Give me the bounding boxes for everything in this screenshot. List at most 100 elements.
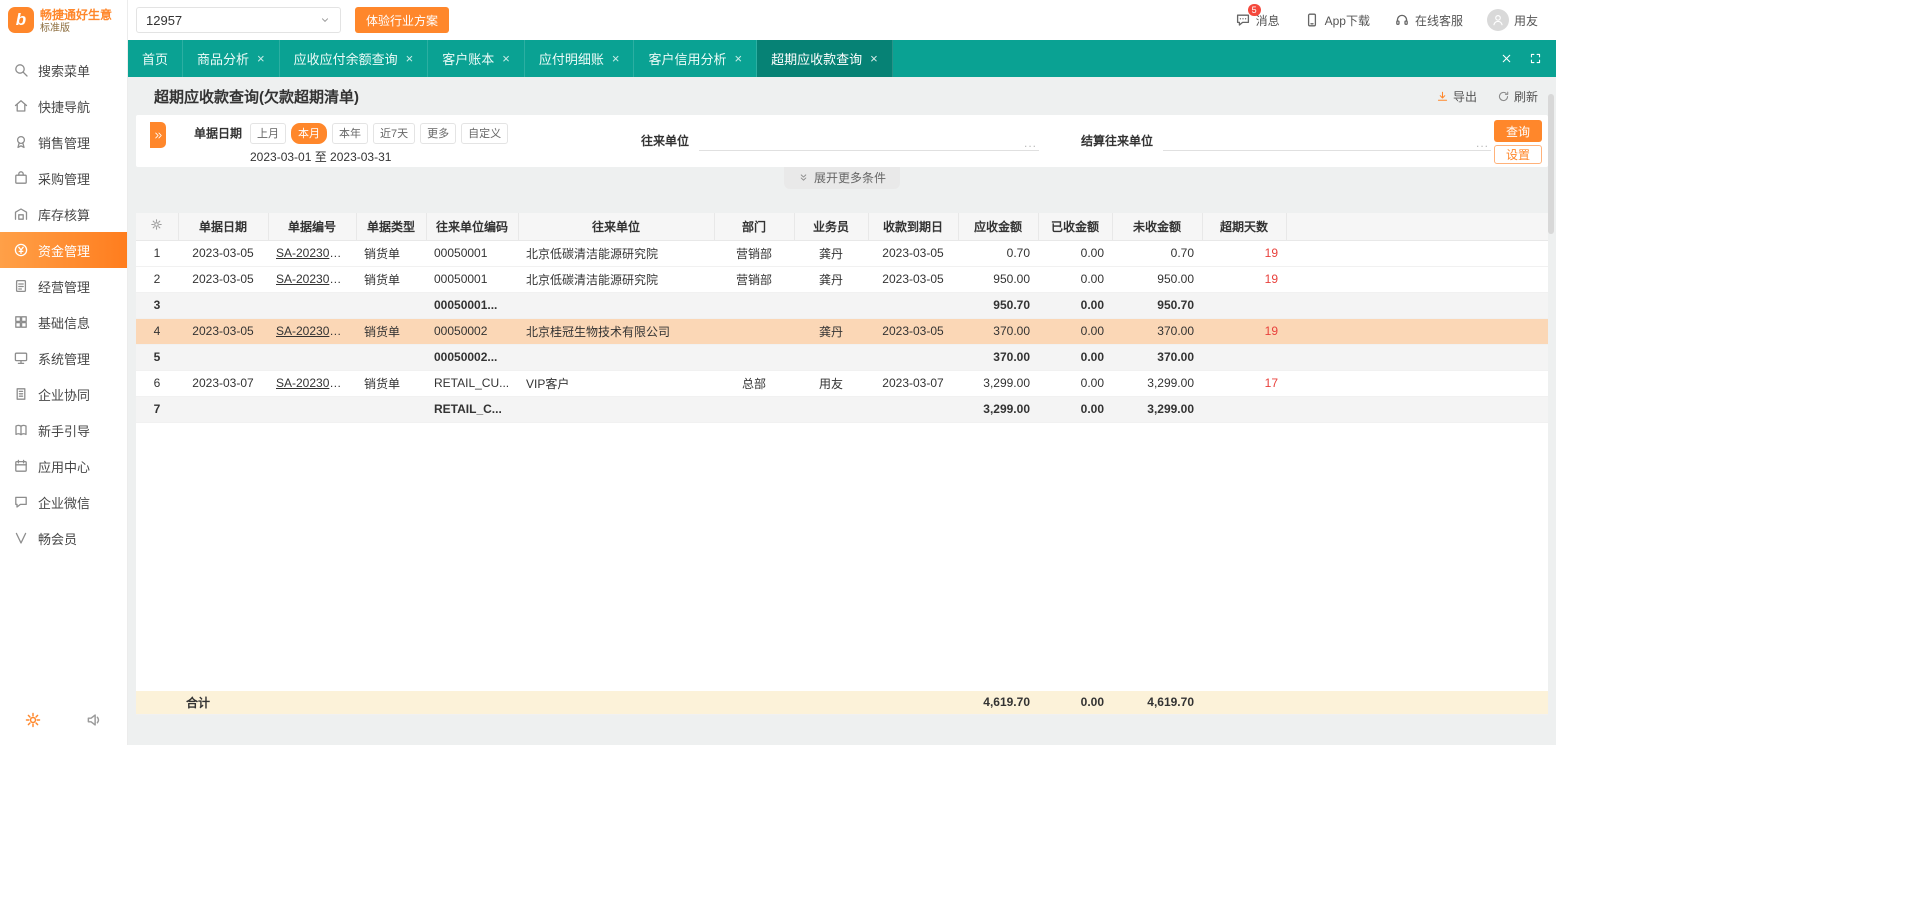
- cell-partner_code: 00050002...: [426, 344, 518, 370]
- double-chevron-down-icon: [798, 172, 809, 183]
- document-link[interactable]: SA-20230307-0...: [276, 376, 356, 390]
- column-header-4[interactable]: 往来单位: [518, 213, 714, 240]
- cell-date: 2023-03-05: [178, 318, 268, 344]
- table-row-2[interactable]: 22023-03-05SA-20230305-0...销货单00050001北京…: [136, 266, 1548, 292]
- settle-partner-more-icon[interactable]: ...: [1476, 136, 1491, 150]
- date-option-1[interactable]: 本月: [291, 123, 327, 144]
- collapse-filter-button[interactable]: [150, 122, 166, 148]
- sidebar-item-purchase[interactable]: 采购管理: [0, 160, 127, 196]
- date-option-0[interactable]: 上月: [250, 123, 286, 144]
- sidebar-item-collab[interactable]: 企业协同: [0, 376, 127, 412]
- export-button[interactable]: 导出: [1436, 88, 1477, 105]
- cell-partner_code: RETAIL_C...: [426, 396, 518, 422]
- tab-close-icon[interactable]: ×: [406, 52, 414, 65]
- tab-5[interactable]: 客户信用分析×: [634, 40, 757, 77]
- tab-0[interactable]: 首页: [128, 40, 183, 77]
- cell-salesman: 龚丹: [794, 266, 868, 292]
- export-label: 导出: [1453, 88, 1477, 105]
- sidebar-item-sales[interactable]: 销售管理: [0, 124, 127, 160]
- sidebar-item-quick-nav[interactable]: 快捷导航: [0, 88, 127, 124]
- vertical-scrollbar[interactable]: [1548, 80, 1554, 735]
- column-header-1[interactable]: 单据编号: [268, 213, 356, 240]
- settle-partner-input[interactable]: ...: [1163, 129, 1491, 151]
- sound-icon[interactable]: [85, 711, 103, 729]
- column-header-6[interactable]: 业务员: [794, 213, 868, 240]
- column-header-8[interactable]: 应收金额: [958, 213, 1038, 240]
- sidebar-item-base-info[interactable]: 基础信息: [0, 304, 127, 340]
- table-row-1[interactable]: 12023-03-05SA-20230305-0...销货单00050001北京…: [136, 240, 1548, 266]
- sidebar-item-app-center[interactable]: 应用中心: [0, 448, 127, 484]
- partner-input[interactable]: ...: [699, 129, 1039, 151]
- table-row-7[interactable]: 7RETAIL_C...3,299.000.003,299.00: [136, 396, 1548, 422]
- column-settings-header[interactable]: [136, 213, 178, 240]
- topbar-item-phone[interactable]: App下载: [1304, 12, 1370, 29]
- tab-6[interactable]: 超期应收款查询×: [757, 40, 893, 77]
- column-header-11[interactable]: 超期天数: [1202, 213, 1286, 240]
- sidebar-item-operation[interactable]: 经营管理: [0, 268, 127, 304]
- sidebar-item-label: 应用中心: [38, 457, 90, 476]
- message-badge: 5: [1248, 4, 1261, 16]
- close-all-tabs-icon[interactable]: [1500, 52, 1513, 65]
- sidebar-item-wechat[interactable]: 企业微信: [0, 484, 127, 520]
- column-header-7[interactable]: 收款到期日: [868, 213, 958, 240]
- scrollbar-thumb[interactable]: [1548, 94, 1554, 234]
- document-link[interactable]: SA-20230305-0...: [276, 246, 356, 260]
- document-link[interactable]: SA-20230305-0...: [276, 324, 356, 338]
- expand-more-button[interactable]: 展开更多条件: [784, 167, 900, 189]
- date-option-2[interactable]: 本年: [332, 123, 368, 144]
- tab-close-icon[interactable]: ×: [612, 52, 620, 65]
- settings-gear-icon[interactable]: [24, 711, 42, 729]
- topbar-item-headset[interactable]: 在线客服: [1394, 12, 1463, 29]
- sidebar-item-funds[interactable]: 资金管理: [0, 232, 127, 268]
- tab-1[interactable]: 商品分析×: [183, 40, 280, 77]
- tab-close-icon[interactable]: ×: [734, 52, 742, 65]
- topbar-item-label: 用友: [1514, 12, 1538, 29]
- column-header-0[interactable]: 单据日期: [178, 213, 268, 240]
- cell-receivable: 950.70: [958, 292, 1038, 318]
- query-button[interactable]: 查询: [1494, 120, 1542, 142]
- tab-3[interactable]: 客户账本×: [428, 40, 525, 77]
- brand-name: 畅捷通好生意: [40, 7, 112, 23]
- promo-button[interactable]: 体验行业方案: [355, 7, 449, 33]
- double-chevron-right-icon: [153, 130, 164, 141]
- tab-close-icon[interactable]: ×: [257, 52, 265, 65]
- sidebar-item-system[interactable]: 系统管理: [0, 340, 127, 376]
- sidebar-item-guide[interactable]: 新手引导: [0, 412, 127, 448]
- topbar-item-message[interactable]: 5消息: [1235, 12, 1280, 29]
- table-row-4[interactable]: 42023-03-05SA-20230305-0...销货单00050002北京…: [136, 318, 1548, 344]
- column-header-5[interactable]: 部门: [714, 213, 794, 240]
- tab-close-icon[interactable]: ×: [870, 52, 878, 65]
- column-header-10[interactable]: 未收金额: [1112, 213, 1202, 240]
- column-header-9[interactable]: 已收金额: [1038, 213, 1112, 240]
- expand-more-label: 展开更多条件: [814, 169, 886, 186]
- cell-salesman: [794, 344, 868, 370]
- cell-partner_code: 00050001: [426, 266, 518, 292]
- account-select[interactable]: 12957: [136, 7, 341, 33]
- settings-button[interactable]: 设置: [1494, 145, 1542, 164]
- fullscreen-icon[interactable]: [1529, 52, 1542, 65]
- partner-more-icon[interactable]: ...: [1024, 136, 1039, 150]
- date-option-3[interactable]: 近7天: [373, 123, 415, 144]
- tab-4[interactable]: 应付明细账×: [525, 40, 635, 77]
- date-range-value[interactable]: 2023-03-01 至 2023-03-31: [250, 148, 508, 165]
- document-link[interactable]: SA-20230305-0...: [276, 272, 356, 286]
- column-header-3[interactable]: 往来单位编码: [426, 213, 518, 240]
- sidebar-item-inventory[interactable]: 库存核算: [0, 196, 127, 232]
- column-header-2[interactable]: 单据类型: [356, 213, 426, 240]
- cell-received: 0.00: [1038, 266, 1112, 292]
- cell-unreceived: 0.70: [1112, 240, 1202, 266]
- date-option-5[interactable]: 自定义: [461, 123, 508, 144]
- date-option-4[interactable]: 更多: [420, 123, 456, 144]
- funds-icon: [13, 242, 29, 258]
- tab-close-icon[interactable]: ×: [502, 52, 510, 65]
- table-row-3[interactable]: 300050001...950.700.00950.70: [136, 292, 1548, 318]
- refresh-button[interactable]: 刷新: [1497, 88, 1538, 105]
- topbar-item-user[interactable]: 用友: [1487, 9, 1538, 31]
- table-row-5[interactable]: 500050002...370.000.00370.00: [136, 344, 1548, 370]
- table-row-6[interactable]: 62023-03-07SA-20230307-0...销货单RETAIL_CU.…: [136, 370, 1548, 396]
- partner-filter-label: 往来单位: [641, 132, 689, 149]
- sidebar-item-search[interactable]: 搜索菜单: [0, 52, 127, 88]
- tab-2[interactable]: 应收应付余额查询×: [280, 40, 429, 77]
- cell-due_date: 2023-03-07: [868, 370, 958, 396]
- sidebar-item-member[interactable]: 畅会员: [0, 520, 127, 556]
